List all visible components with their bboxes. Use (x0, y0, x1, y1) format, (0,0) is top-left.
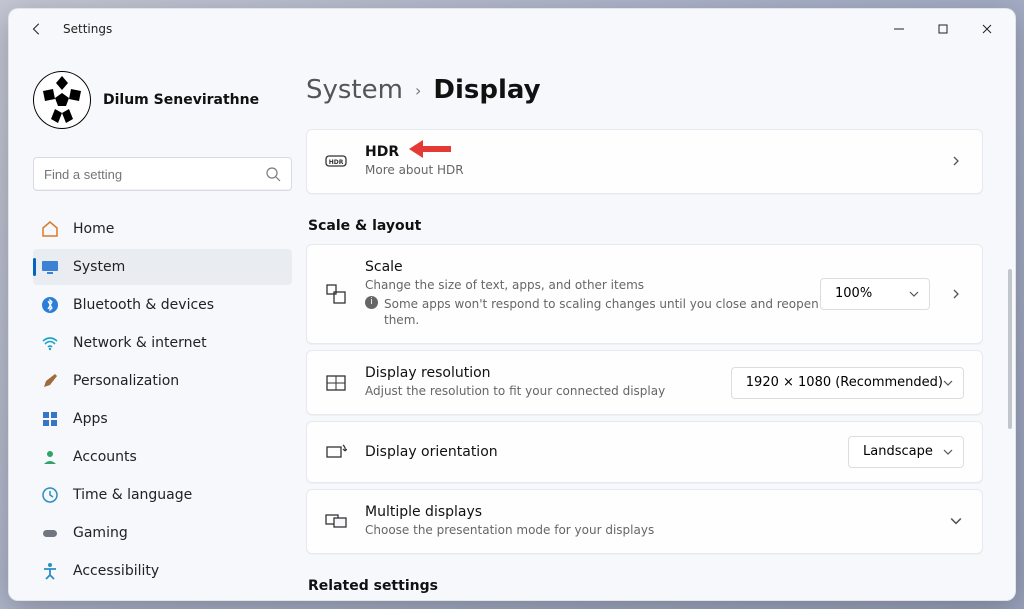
multiple-displays-card[interactable]: Multiple displays Choose the presentatio… (306, 489, 983, 554)
hdr-icon: HDR (325, 150, 347, 172)
search-box[interactable] (33, 157, 292, 191)
gaming-icon (41, 524, 59, 542)
main-panel: System › Display HDR HDR More about HDR (304, 49, 1015, 600)
sidebar-item-apps[interactable]: Apps (33, 401, 292, 437)
window-title: Settings (63, 22, 112, 36)
close-button[interactable] (965, 14, 1009, 44)
settings-window: Settings Dilum Senevirath (8, 8, 1016, 601)
scale-card[interactable]: Scale Change the size of text, apps, and… (306, 244, 983, 344)
hdr-title: HDR (365, 144, 930, 160)
resolution-dropdown[interactable]: 1920 × 1080 (Recommended) (731, 367, 964, 399)
nav-label: Home (73, 221, 114, 237)
system-icon (41, 258, 59, 276)
multiple-displays-icon (325, 510, 347, 532)
sidebar-item-time[interactable]: Time & language (33, 477, 292, 513)
scrollbar[interactable] (1007, 109, 1013, 592)
search-input[interactable] (44, 167, 265, 182)
scale-value: 100% (835, 286, 872, 301)
nav-label: Personalization (73, 373, 179, 389)
nav-label: Accessibility (73, 563, 159, 579)
multiple-title: Multiple displays (365, 504, 930, 520)
chevron-down-icon (943, 447, 953, 457)
nav-label: Gaming (73, 525, 128, 541)
breadcrumb-parent[interactable]: System (306, 75, 403, 105)
sidebar-item-bluetooth[interactable]: Bluetooth & devices (33, 287, 292, 323)
nav-label: Network & internet (73, 335, 207, 351)
chevron-down-icon (909, 289, 919, 299)
sidebar-item-network[interactable]: Network & internet (33, 325, 292, 361)
scale-title: Scale (365, 259, 820, 275)
resolution-title: Display resolution (365, 365, 731, 381)
minimize-button[interactable] (877, 14, 921, 44)
nav-label: Time & language (73, 487, 192, 503)
resolution-card[interactable]: Display resolution Adjust the resolution… (306, 350, 983, 415)
hdr-card[interactable]: HDR HDR More about HDR (306, 129, 983, 194)
section-related: Related settings (308, 578, 983, 594)
resolution-value: 1920 × 1080 (Recommended) (746, 375, 943, 390)
scrollbar-thumb[interactable] (1008, 269, 1012, 429)
chevron-down-icon (948, 515, 964, 527)
orientation-dropdown[interactable]: Landscape (848, 436, 964, 468)
orientation-value: Landscape (863, 444, 933, 459)
scale-icon (325, 283, 347, 305)
nav-label: Apps (73, 411, 108, 427)
wifi-icon (41, 334, 59, 352)
apps-icon (41, 410, 59, 428)
person-icon (41, 448, 59, 466)
hdr-subtitle: More about HDR (365, 162, 930, 179)
sidebar-item-accessibility[interactable]: Accessibility (33, 553, 292, 589)
orientation-card[interactable]: Display orientation Landscape (306, 421, 983, 483)
scale-sub: Change the size of text, apps, and other… (365, 277, 820, 294)
scale-dropdown[interactable]: 100% (820, 278, 930, 310)
breadcrumb: System › Display (306, 75, 983, 105)
section-scale-layout: Scale & layout (308, 218, 983, 234)
sidebar-item-personalization[interactable]: Personalization (33, 363, 292, 399)
chevron-right-icon (948, 156, 964, 166)
sidebar-item-system[interactable]: System (33, 249, 292, 285)
nav-label: Bluetooth & devices (73, 297, 214, 313)
home-icon (41, 220, 59, 238)
resolution-icon (325, 372, 347, 394)
chevron-down-icon (943, 378, 953, 388)
search-icon (265, 166, 281, 182)
titlebar: Settings (9, 9, 1015, 49)
chevron-right-icon: › (415, 81, 421, 100)
nav-label: Accounts (73, 449, 137, 465)
sidebar-item-home[interactable]: Home (33, 211, 292, 247)
avatar (33, 71, 91, 129)
accessibility-icon (41, 562, 59, 580)
chevron-right-icon (948, 289, 964, 299)
brush-icon (41, 372, 59, 390)
orientation-title: Display orientation (365, 444, 848, 460)
bluetooth-icon (41, 296, 59, 314)
clock-icon (41, 486, 59, 504)
resolution-sub: Adjust the resolution to fit your connec… (365, 383, 731, 400)
svg-text:HDR: HDR (329, 159, 344, 166)
multiple-sub: Choose the presentation mode for your di… (365, 522, 930, 539)
sidebar-item-gaming[interactable]: Gaming (33, 515, 292, 551)
page-title: Display (433, 75, 540, 105)
sidebar: Dilum Senevirathne Home System Bluetooth… (9, 49, 304, 600)
user-name: Dilum Senevirathne (103, 92, 259, 108)
back-button[interactable] (23, 22, 51, 36)
info-icon: i (365, 296, 378, 309)
scale-warning: Some apps won't respond to scaling chang… (384, 296, 820, 330)
maximize-button[interactable] (921, 14, 965, 44)
orientation-icon (325, 441, 347, 463)
profile[interactable]: Dilum Senevirathne (33, 71, 292, 129)
sidebar-item-accounts[interactable]: Accounts (33, 439, 292, 475)
nav-list: Home System Bluetooth & devices Network … (33, 211, 292, 589)
nav-label: System (73, 259, 125, 275)
